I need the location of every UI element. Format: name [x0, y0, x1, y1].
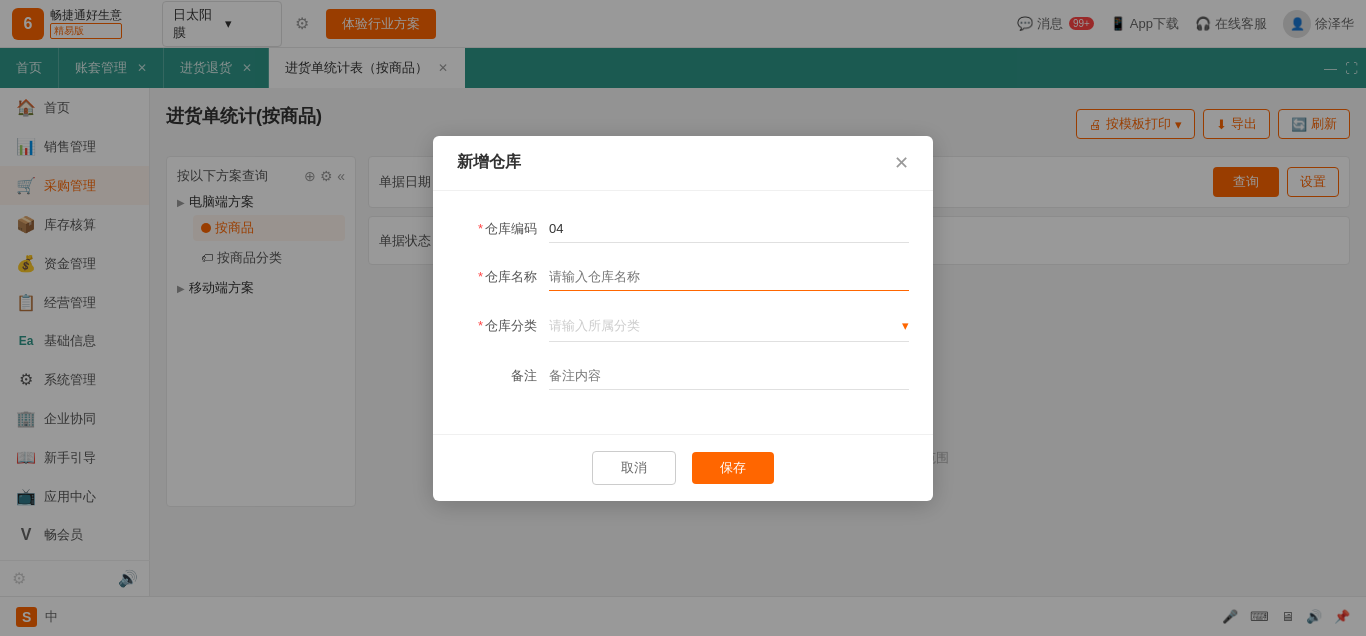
form-row-name: 仓库名称 — [457, 263, 909, 291]
form-row-category: 仓库分类 请输入所属分类 ▾ — [457, 311, 909, 342]
category-label: 仓库分类 — [457, 317, 537, 335]
save-button[interactable]: 保存 — [692, 452, 774, 484]
category-arrow-icon: ▾ — [902, 318, 909, 333]
modal-body: 仓库编码 仓库名称 仓库分类 请输入所属分类 ▾ 备注 — [433, 191, 933, 434]
name-input[interactable] — [549, 263, 909, 291]
modal-title: 新增仓库 — [457, 152, 521, 173]
category-select[interactable]: 请输入所属分类 ▾ — [549, 311, 909, 342]
modal-overlay: 新增仓库 ✕ 仓库编码 仓库名称 仓库分类 请输入所属分类 ▾ — [0, 0, 1366, 636]
code-label: 仓库编码 — [457, 220, 537, 238]
modal-close-button[interactable]: ✕ — [894, 152, 909, 174]
form-row-remark: 备注 — [457, 362, 909, 390]
modal-footer: 取消 保存 — [433, 434, 933, 501]
name-label: 仓库名称 — [457, 268, 537, 286]
form-row-code: 仓库编码 — [457, 215, 909, 243]
add-warehouse-modal: 新增仓库 ✕ 仓库编码 仓库名称 仓库分类 请输入所属分类 ▾ — [433, 136, 933, 501]
cancel-button[interactable]: 取消 — [592, 451, 676, 485]
code-input[interactable] — [549, 215, 909, 243]
remark-input[interactable] — [549, 362, 909, 390]
category-placeholder: 请输入所属分类 — [549, 317, 640, 335]
modal-header: 新增仓库 ✕ — [433, 136, 933, 191]
remark-label: 备注 — [457, 367, 537, 385]
